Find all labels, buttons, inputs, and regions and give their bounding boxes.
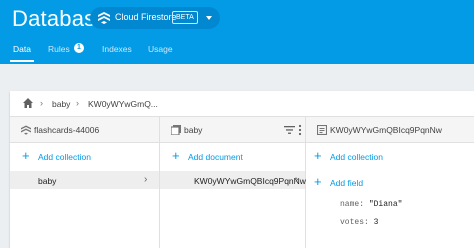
- project-name: flashcards-44006: [34, 125, 100, 135]
- filter-icon[interactable]: [284, 125, 295, 135]
- firestore-icon: [21, 125, 31, 135]
- data-panel: › baby › KW0yWYwGmQ... flashcards-44006 …: [10, 91, 474, 248]
- rules-badge: 1: [74, 43, 84, 53]
- field-value: "Diana": [368, 200, 403, 209]
- breadcrumb-document[interactable]: KW0yWYwGmQ...: [88, 99, 158, 109]
- add-field-button[interactable]: + Add field: [306, 174, 474, 192]
- beta-badge: BETA: [172, 11, 198, 24]
- document-column: KW0yWYwGmQBIcq9PqnNw + Add collection + …: [306, 117, 474, 248]
- field-row[interactable]: name: "Diana": [340, 200, 402, 209]
- collection-title: baby: [184, 125, 203, 135]
- add-document-button[interactable]: + Add document: [160, 148, 305, 166]
- plus-icon: +: [314, 148, 322, 163]
- firestore-icon: [98, 12, 110, 24]
- document-id: KW0yWYwGmQBIcq9PqnNw: [194, 176, 306, 186]
- breadcrumb-separator-icon: ›: [40, 98, 43, 108]
- more-vert-icon[interactable]: [298, 124, 302, 136]
- breadcrumb: › baby › KW0yWYwGmQ...: [10, 91, 474, 117]
- plus-icon: +: [172, 148, 180, 163]
- collection-column: baby + Add document KW0yWYwGmQBIcq9PqnNw…: [160, 117, 306, 248]
- add-collection-label: Add collection: [330, 152, 383, 162]
- product-selector[interactable]: Cloud Firestore BETA: [90, 7, 220, 29]
- field-key: name:: [340, 200, 365, 209]
- list-item[interactable]: baby ›: [10, 171, 159, 189]
- project-column-header: flashcards-44006: [10, 117, 159, 143]
- add-field-label: Add field: [330, 178, 364, 188]
- add-document-label: Add document: [188, 152, 243, 162]
- tab-data[interactable]: Data: [13, 44, 31, 54]
- collection-icon: [171, 125, 181, 135]
- tab-rules[interactable]: Rules: [48, 44, 70, 54]
- chevron-right-icon: ›: [295, 174, 299, 185]
- collection-name: baby: [38, 176, 57, 186]
- document-column-header: KW0yWYwGmQBIcq9PqnNw: [306, 117, 474, 143]
- field-row[interactable]: votes: 3: [340, 218, 378, 227]
- chevron-right-icon: ›: [144, 174, 148, 185]
- collection-column-header: baby: [160, 117, 305, 143]
- add-collection-label: Add collection: [38, 152, 91, 162]
- plus-icon: +: [314, 174, 322, 189]
- document-icon: [317, 125, 327, 135]
- chevron-down-icon[interactable]: [206, 16, 212, 20]
- add-collection-button[interactable]: + Add collection: [10, 148, 159, 166]
- breadcrumb-collection[interactable]: baby: [52, 99, 70, 109]
- tab-indexes[interactable]: Indexes: [102, 44, 132, 54]
- add-subcollection-button[interactable]: + Add collection: [306, 148, 474, 166]
- active-tab-indicator: [10, 60, 34, 62]
- product-name: Cloud Firestore: [115, 12, 177, 22]
- field-value: 3: [373, 218, 379, 227]
- app-header: Database Cloud Firestore BETA Data Rules…: [0, 0, 474, 64]
- home-icon[interactable]: [22, 97, 34, 109]
- breadcrumb-separator-icon: ›: [76, 98, 79, 108]
- project-column: flashcards-44006 + Add collection baby ›: [10, 117, 160, 248]
- plus-icon: +: [22, 148, 30, 163]
- field-key: votes:: [340, 218, 369, 227]
- tab-usage[interactable]: Usage: [148, 44, 173, 54]
- document-title: KW0yWYwGmQBIcq9PqnNw: [330, 125, 442, 135]
- list-item[interactable]: KW0yWYwGmQBIcq9PqnNw ›: [160, 171, 306, 189]
